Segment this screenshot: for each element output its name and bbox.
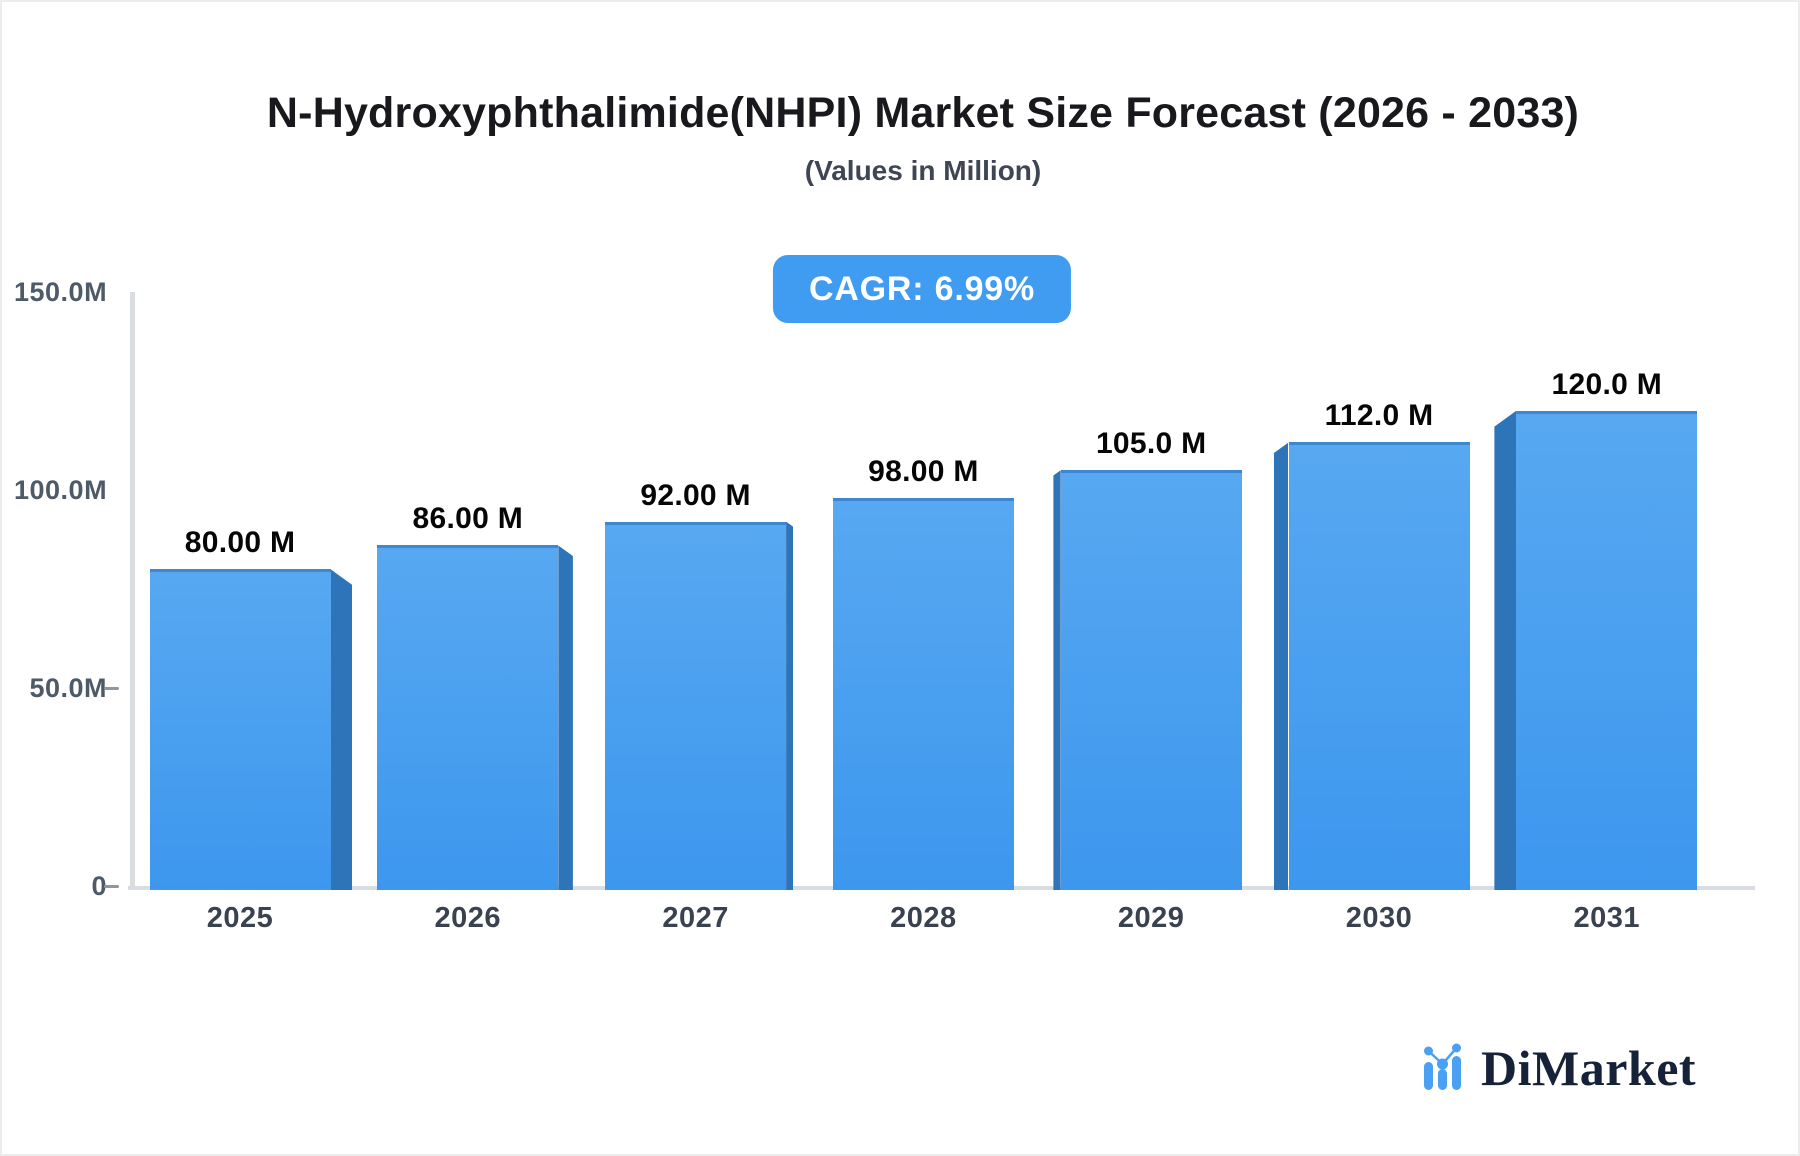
- y-tick-dash: [104, 885, 119, 888]
- bar-value-label: 80.00 M: [184, 526, 296, 560]
- bar-chart-trend-icon: [1424, 1043, 1461, 1090]
- x-tick-label: 2025: [206, 902, 274, 934]
- bar: [1516, 410, 1698, 890]
- bar: [1288, 442, 1470, 890]
- x-tick-label: 2028: [890, 902, 957, 934]
- bar-side-face: [1494, 410, 1517, 890]
- bar: [832, 497, 1014, 890]
- bar: [1060, 470, 1242, 890]
- x-tick-label: 2026: [434, 902, 502, 934]
- bar-value-label: 92.00 M: [640, 478, 751, 512]
- y-tick-label: 100.0M: [14, 475, 108, 505]
- chart-page: N-Hydroxyphthalimide(NHPI) Market Size F…: [0, 0, 1800, 1156]
- brand-logo-text: DiMarket: [1481, 1040, 1697, 1096]
- y-tick-dash: [104, 687, 119, 690]
- bar-side-face: [1053, 470, 1061, 890]
- bar-value-label: 112.0 M: [1324, 399, 1434, 433]
- bar: [149, 569, 331, 890]
- bar-side-face: [786, 521, 794, 890]
- bar-side-face: [1273, 442, 1289, 890]
- y-axis-line: [130, 292, 135, 890]
- bar-value-label: 86.00 M: [412, 502, 524, 536]
- x-tick-label: 2031: [1573, 902, 1641, 934]
- bar: [605, 521, 787, 890]
- bar-side-face: [558, 545, 573, 890]
- bar-value-label: 105.0 M: [1095, 427, 1207, 461]
- bar-value-label: 120.0 M: [1551, 367, 1663, 401]
- x-tick-label: 2030: [1345, 902, 1413, 934]
- x-tick-label: 2029: [1117, 902, 1185, 934]
- y-tick-label: 150.0M: [14, 277, 108, 307]
- bar-value-label: 98.00 M: [868, 454, 979, 488]
- y-tick-label: 50.0M: [29, 673, 107, 703]
- plot-area: 150.0M 100.0M 50.0M 0 80.00 M 2025 86.00 M 2026…: [0, 0, 1800, 1156]
- x-tick-label: 2027: [662, 902, 729, 934]
- bar: [377, 545, 559, 890]
- bar-side-face: [330, 569, 353, 890]
- y-tick-label: 0: [91, 871, 107, 901]
- brand-logo: DiMarket: [1420, 1040, 1696, 1096]
